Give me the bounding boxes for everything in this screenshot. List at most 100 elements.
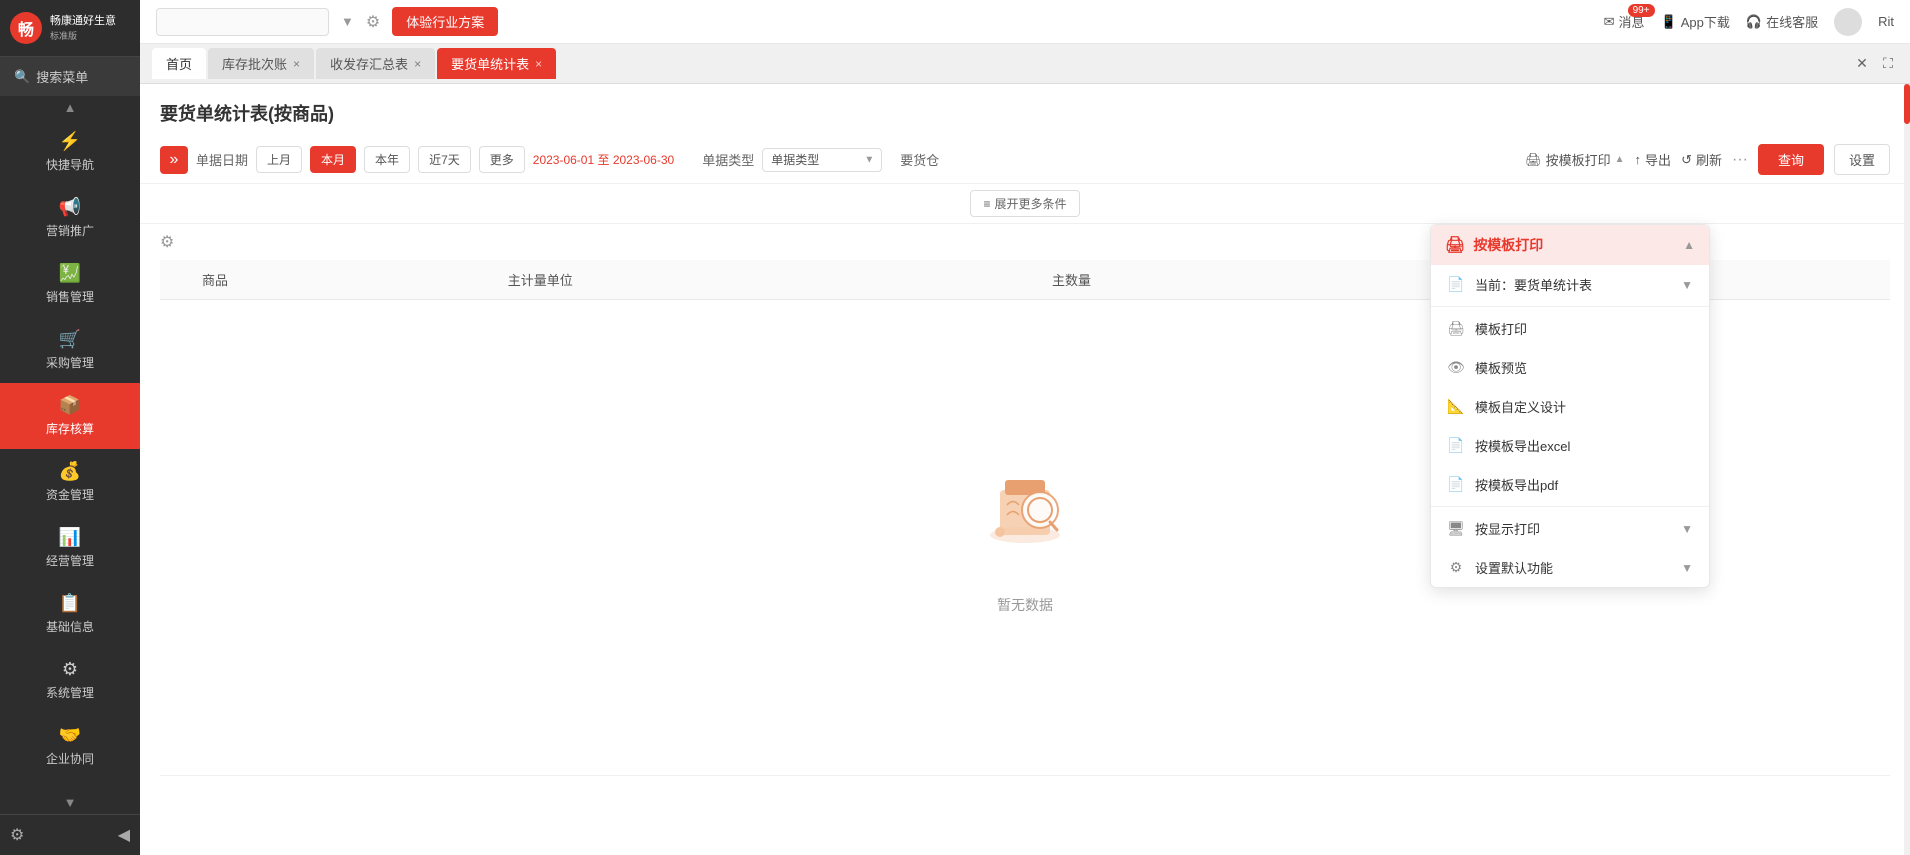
- template-preview-item[interactable]: 👁 模板预览: [1431, 348, 1709, 387]
- scrollbar-thumb[interactable]: [1904, 84, 1910, 124]
- empty-state-icon: [975, 460, 1075, 579]
- online-service-button[interactable]: 🎧 在线客服: [1746, 12, 1818, 31]
- date-more-button[interactable]: 更多: [479, 146, 525, 173]
- print-label: 按模板打印: [1546, 150, 1611, 169]
- sidebar-nav: ⚡ 快捷导航 📢 营销推广 💹 销售管理 🛒 采购管理 📦 库存核算 💰 资金管…: [0, 119, 140, 791]
- tab-inventory-batch-label: 库存批次账: [222, 54, 287, 73]
- sidebar-item-operations[interactable]: 📊 经营管理: [0, 515, 140, 581]
- sidebar-item-inventory[interactable]: 📦 库存核算: [0, 383, 140, 449]
- print-icon: 🖨: [1525, 152, 1542, 168]
- tab-order-summary-close[interactable]: ×: [535, 57, 542, 71]
- avatar[interactable]: [1834, 8, 1862, 36]
- sidebar-item-sales[interactable]: 💹 销售管理: [0, 251, 140, 317]
- tab-inventory-batch[interactable]: 库存批次账 ×: [208, 48, 314, 79]
- template-preview-label: 模板预览: [1475, 358, 1527, 377]
- print-dropdown-collapse-icon[interactable]: ▲: [1683, 238, 1695, 252]
- enterprise-icon: 🤝: [59, 725, 81, 746]
- default-func-item[interactable]: ⚙ 设置默认功能 ▼: [1431, 548, 1709, 587]
- tab-order-summary[interactable]: 要货单统计表 ×: [437, 48, 556, 79]
- app-download-button[interactable]: 📱 App下载: [1661, 12, 1730, 31]
- logo-text: 畅康通好生意 标准版: [50, 14, 116, 42]
- expand-conditions-row: ≡ 展开更多条件: [140, 184, 1910, 224]
- date-range-display: 2023-06-01 至 2023-06-30: [533, 151, 674, 168]
- date-prev-month-button[interactable]: 上月: [256, 146, 302, 173]
- template-print-item[interactable]: 🖨 模板打印: [1431, 309, 1709, 348]
- search-menu-label: 搜索菜单: [36, 67, 88, 86]
- export-button[interactable]: ↑ 导出: [1635, 150, 1672, 169]
- tab-order-summary-label: 要货单统计表: [451, 54, 529, 73]
- sidebar-item-label: 库存核算: [46, 420, 94, 437]
- more-options-icon[interactable]: ···: [1732, 151, 1748, 169]
- current-template-label: 当前：要货单统计表: [1475, 275, 1592, 294]
- app-download-icon: 📱: [1661, 14, 1677, 30]
- current-template-item[interactable]: 📄 当前：要货单统计表 ▼: [1431, 265, 1709, 304]
- collapse-icon[interactable]: ◀: [118, 825, 130, 845]
- table-header-product: 商品: [190, 260, 496, 300]
- tab-inventory-batch-close[interactable]: ×: [293, 57, 300, 71]
- template-custom-item[interactable]: 📐 模板自定义设计: [1431, 387, 1709, 426]
- sidebar-item-label: 企业协同: [46, 750, 94, 767]
- app-name: 畅康通好生意: [50, 14, 116, 29]
- service-label: 在线客服: [1766, 12, 1818, 31]
- date-cur-year-button[interactable]: 本年: [364, 146, 410, 173]
- sidebar-item-quick-nav[interactable]: ⚡ 快捷导航: [0, 119, 140, 185]
- display-print-arrow-icon[interactable]: ▼: [1681, 522, 1693, 536]
- search-menu[interactable]: 🔍 搜索菜单: [0, 57, 140, 96]
- search-dropdown-icon[interactable]: ▼: [341, 14, 354, 29]
- template-preview-icon: 👁: [1447, 359, 1465, 376]
- close-window-icon[interactable]: ✕: [1852, 54, 1872, 74]
- sidebar-scroll-up[interactable]: ▲: [0, 96, 140, 119]
- sidebar-item-label: 营销推广: [46, 222, 94, 239]
- message-button[interactable]: ✉ 消息 99+: [1604, 12, 1645, 31]
- maximize-window-icon[interactable]: ⛶: [1878, 54, 1898, 74]
- template-pdf-icon: 📄: [1447, 476, 1465, 493]
- sidebar-item-enterprise[interactable]: 🤝 企业协同: [0, 713, 140, 779]
- date-7days-button[interactable]: 近7天: [418, 146, 471, 173]
- print-dropdown-header[interactable]: 🖨 按模板打印 ▲: [1431, 225, 1709, 265]
- display-print-item[interactable]: 🖥 按显示打印 ▼: [1431, 509, 1709, 548]
- sidebar-item-label: 快捷导航: [46, 156, 94, 173]
- app-logo: 畅 畅康通好生意 标准版: [0, 0, 140, 57]
- app-download-label: App下载: [1681, 12, 1730, 31]
- sidebar-bottom: ⚙ ◀: [0, 814, 140, 855]
- tab-collect-summary-close[interactable]: ×: [414, 57, 421, 71]
- sidebar-item-basic-info[interactable]: 📋 基础信息: [0, 581, 140, 647]
- topbar-gear-icon[interactable]: ⚙: [366, 12, 380, 32]
- topbar-search-input[interactable]: [156, 8, 329, 36]
- sidebar-item-guide[interactable]: 🎓 新手引导: [0, 779, 140, 791]
- date-cur-month-button[interactable]: 本月: [310, 146, 356, 173]
- sidebar-scroll-down[interactable]: ▼: [0, 791, 140, 814]
- template-excel-label: 按模板导出excel: [1475, 436, 1570, 455]
- default-func-arrow-icon[interactable]: ▼: [1681, 561, 1693, 575]
- table-settings-icon[interactable]: ⚙: [160, 232, 174, 252]
- username-label[interactable]: Rit: [1878, 14, 1894, 29]
- purchase-icon: 🛒: [59, 329, 81, 350]
- tab-home[interactable]: 首页: [152, 48, 206, 79]
- template-excel-item[interactable]: 📄 按模板导出excel: [1431, 426, 1709, 465]
- settings-icon[interactable]: ⚙: [10, 825, 24, 845]
- refresh-icon: ↺: [1681, 152, 1692, 168]
- tab-collect-summary[interactable]: 收发存汇总表 ×: [316, 48, 435, 79]
- type-filter-label: 单据类型: [702, 150, 754, 169]
- print-button[interactable]: 🖨 按模板打印 ▲: [1525, 150, 1624, 169]
- divider-1: [1431, 306, 1709, 307]
- display-print-icon: 🖥: [1447, 520, 1465, 537]
- empty-illustration: [975, 460, 1075, 560]
- type-select[interactable]: 单据类型: [762, 148, 882, 172]
- current-template-arrow-icon[interactable]: ▼: [1681, 278, 1693, 292]
- sidebar-item-marketing[interactable]: 📢 营销推广: [0, 185, 140, 251]
- refresh-button[interactable]: ↺ 刷新: [1681, 150, 1722, 169]
- action-buttons: 🖨 按模板打印 ▲ ↑ 导出 ↺ 刷新 ··· 查询 设置: [1525, 144, 1890, 175]
- query-button[interactable]: 查询: [1758, 144, 1824, 175]
- expand-conditions-button[interactable]: ≡ 展开更多条件: [970, 190, 1079, 217]
- print-dropdown-title-label: 按模板打印: [1473, 235, 1543, 255]
- settings-button[interactable]: 设置: [1834, 144, 1890, 175]
- trial-button[interactable]: 体验行业方案: [392, 7, 498, 36]
- filter-toggle-button[interactable]: »: [160, 146, 188, 174]
- template-pdf-item[interactable]: 📄 按模板导出pdf: [1431, 465, 1709, 504]
- sidebar-item-system[interactable]: ⚙ 系统管理: [0, 647, 140, 713]
- sidebar-item-purchase[interactable]: 🛒 采购管理: [0, 317, 140, 383]
- marketing-icon: 📢: [59, 197, 81, 218]
- sales-icon: 💹: [59, 263, 81, 284]
- sidebar-item-finance[interactable]: 💰 资金管理: [0, 449, 140, 515]
